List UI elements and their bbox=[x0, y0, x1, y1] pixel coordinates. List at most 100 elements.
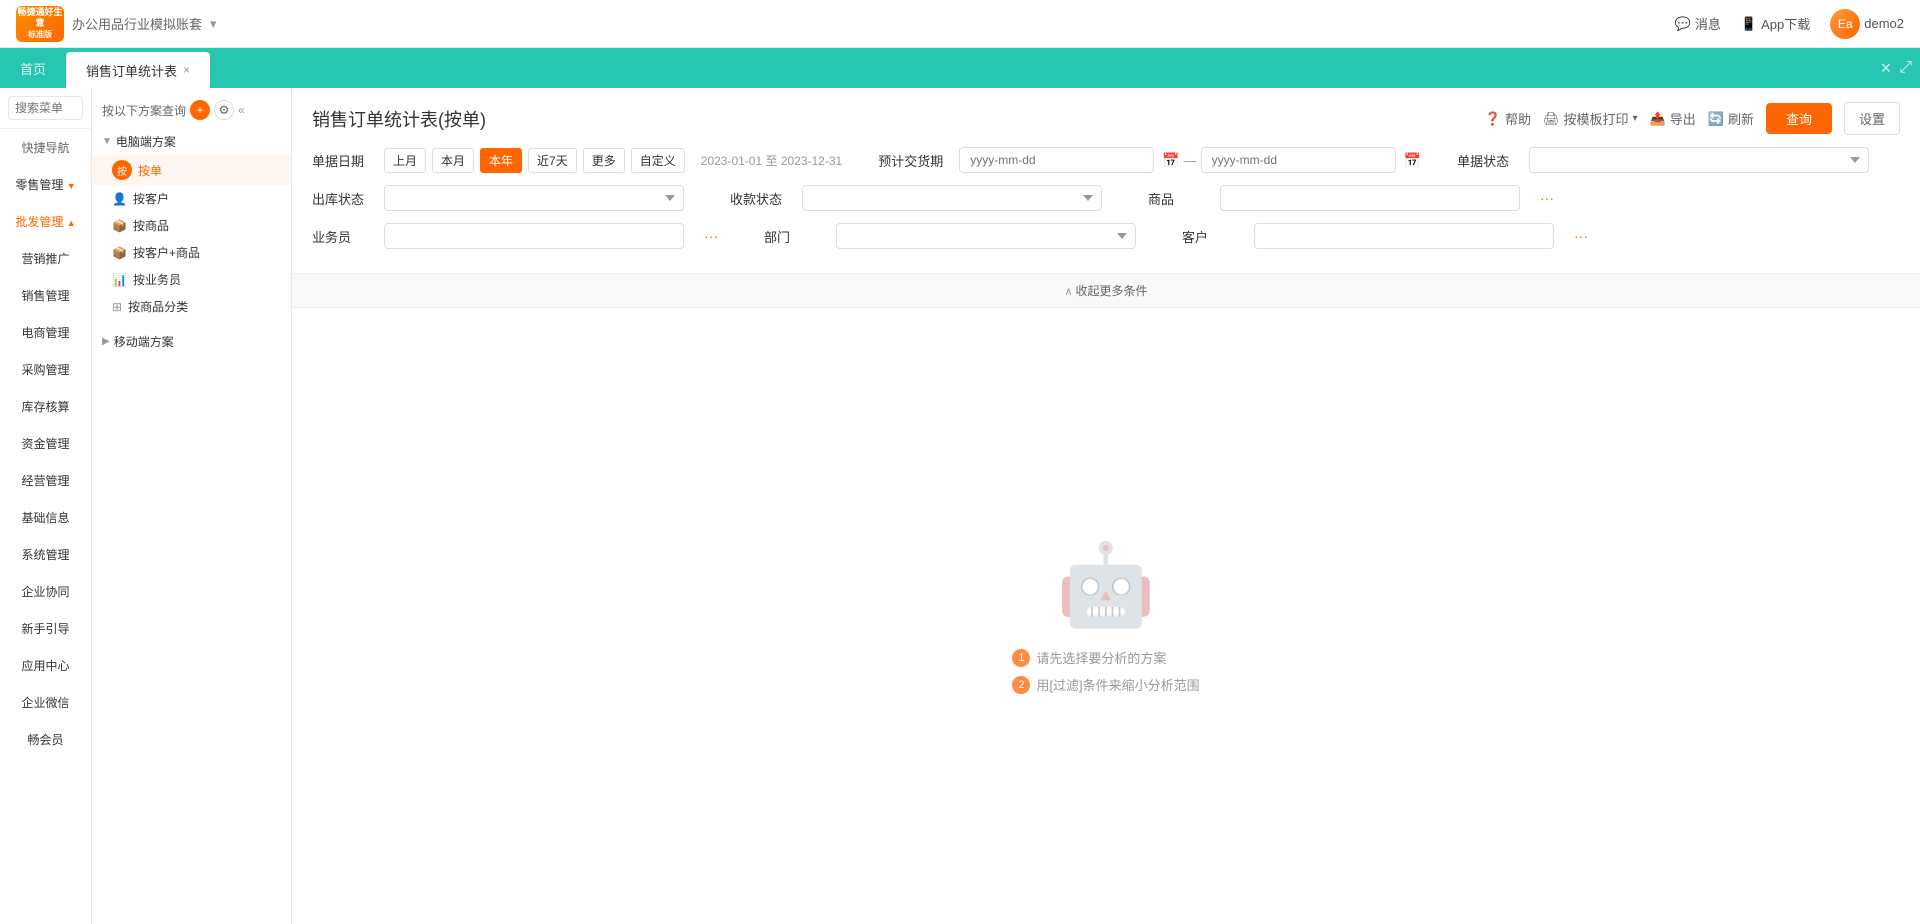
tip-text-2: 用[过滤]条件来缩小分析范围 bbox=[1036, 675, 1199, 694]
collapse-bar-label: 收起更多条件 bbox=[1076, 284, 1148, 298]
app-download-button[interactable]: 📱 App下载 bbox=[1741, 14, 1810, 33]
settings-button[interactable]: 设置 bbox=[1844, 102, 1900, 135]
collapse-panel-button[interactable]: « bbox=[238, 103, 245, 117]
query-button[interactable]: 查询 bbox=[1766, 103, 1832, 134]
scheme-item-by-order[interactable]: 按 按单 bbox=[92, 155, 291, 185]
sidebar-item-sales[interactable]: 销售管理 bbox=[0, 277, 91, 314]
out-status-select[interactable] bbox=[384, 185, 684, 211]
date-buttons-group: 上月 本月 本年 近7天 更多 自定义 bbox=[384, 148, 685, 173]
payment-status-label: 收款状态 bbox=[730, 189, 786, 208]
tab-close-icon[interactable]: × bbox=[183, 63, 190, 77]
print-dropdown-icon[interactable]: ▾ bbox=[1633, 113, 1638, 124]
expected-date-end[interactable] bbox=[1201, 147, 1396, 173]
sidebar-item-retail[interactable]: 零售管理 ▼ bbox=[0, 166, 91, 203]
avatar: Ea bbox=[1830, 9, 1860, 39]
customer-more-icon[interactable]: ··· bbox=[1574, 228, 1588, 244]
add-scheme-button[interactable]: + bbox=[190, 100, 210, 120]
topbar: 畅捷通好生意 标准版 办公用品行业模拟账套 ▾ 💬 消息 📱 App下载 Ea … bbox=[0, 0, 1920, 48]
tab-maximize-icon[interactable]: ⤢ bbox=[1899, 59, 1912, 77]
empty-illustration: 🤖 bbox=[1056, 538, 1156, 632]
date-btn-this-year[interactable]: 本年 bbox=[480, 148, 522, 173]
settings-scheme-button[interactable]: ⚙ bbox=[214, 100, 234, 120]
sidebar-item-marketing[interactable]: 营销推广 bbox=[0, 240, 91, 277]
expected-date-group: 📅 — 📅 bbox=[959, 147, 1421, 173]
date-btn-custom[interactable]: 自定义 bbox=[631, 148, 685, 173]
navtabs: 首页 销售订单统计表 × × ⤢ bbox=[0, 48, 1920, 88]
payment-status-select[interactable] bbox=[802, 185, 1102, 211]
empty-tip-1: 1 请先选择要分析的方案 bbox=[1012, 648, 1199, 667]
goods-label: 商品 bbox=[1148, 189, 1204, 208]
tree-arrow-right-icon: ▶ bbox=[102, 336, 110, 347]
print-icon: 🖨 bbox=[1543, 111, 1560, 127]
refresh-icon: 🔄 bbox=[1708, 111, 1724, 127]
salesperson-label: 业务员 bbox=[312, 227, 368, 246]
sidebar-item-system[interactable]: 系统管理 bbox=[0, 536, 91, 573]
message-icon: 💬 bbox=[1675, 16, 1691, 32]
sidebar-item-wholesale[interactable]: 批发管理 ▲ bbox=[0, 203, 91, 240]
sidebar-item-basic[interactable]: 基础信息 bbox=[0, 499, 91, 536]
collapse-bar[interactable]: ∧ 收起更多条件 bbox=[292, 273, 1920, 308]
gear-icon: ⚙ bbox=[219, 103, 230, 117]
company-dropdown-icon[interactable]: ▾ bbox=[210, 16, 217, 32]
sidebar-item-finance[interactable]: 资金管理 bbox=[0, 425, 91, 462]
tip-num-1: 1 bbox=[1012, 649, 1030, 667]
calendar-end-icon[interactable]: 📅 bbox=[1404, 152, 1421, 169]
sidebar-item-appstore[interactable]: 应用中心 bbox=[0, 647, 91, 684]
content-area: 销售订单统计表(按单) ❓ 帮助 🖨 按模板打印 ▾ 📤 导出 🔄 刷新 bbox=[292, 88, 1920, 924]
salesperson-more-icon[interactable]: ··· bbox=[704, 228, 718, 244]
date-btn-this-month[interactable]: 本月 bbox=[432, 148, 474, 173]
dept-select[interactable] bbox=[836, 223, 1136, 249]
company-name: 办公用品行业模拟账套 bbox=[72, 14, 202, 33]
tab-minimize-icon[interactable]: × bbox=[1881, 58, 1892, 79]
status-select[interactable] bbox=[1529, 147, 1869, 173]
scheme-item-by-goods[interactable]: 📦 按商品 bbox=[92, 212, 291, 239]
tab-home[interactable]: 首页 bbox=[0, 48, 66, 88]
sidebar-item-ecommerce[interactable]: 电商管理 bbox=[0, 314, 91, 351]
mobile-group-header[interactable]: ▶ 移动端方案 bbox=[92, 328, 291, 355]
date-btn-last-month[interactable]: 上月 bbox=[384, 148, 426, 173]
sidebar-item-newbie[interactable]: 新手引导 bbox=[0, 610, 91, 647]
calendar-start-icon[interactable]: 📅 bbox=[1162, 152, 1179, 169]
content-header: 销售订单统计表(按单) ❓ 帮助 🖨 按模板打印 ▾ 📤 导出 🔄 刷新 bbox=[292, 88, 1920, 135]
search-input[interactable] bbox=[8, 96, 83, 120]
desktop-group-header[interactable]: ▼ 电脑端方案 bbox=[92, 128, 291, 155]
scheme-item-by-salesperson[interactable]: 📊 按业务员 bbox=[92, 266, 291, 293]
goods-input[interactable] bbox=[1220, 185, 1520, 211]
active-scheme-icon: 按 bbox=[112, 160, 132, 180]
customer-input[interactable] bbox=[1254, 223, 1554, 249]
salesperson-input[interactable] bbox=[384, 223, 684, 249]
navtabs-actions: × ⤢ bbox=[1881, 48, 1920, 88]
customer-label: 客户 bbox=[1182, 227, 1238, 246]
status-label: 单据状态 bbox=[1457, 151, 1513, 170]
expected-date-label: 预计交货期 bbox=[878, 151, 943, 170]
scheme-item-by-customer[interactable]: 👤 按客户 bbox=[92, 185, 291, 212]
refresh-button[interactable]: 🔄 刷新 bbox=[1708, 109, 1754, 128]
sidebar-item-wechat[interactable]: 企业微信 bbox=[0, 684, 91, 721]
tip-text-1: 请先选择要分析的方案 bbox=[1036, 648, 1166, 667]
user-menu[interactable]: Ea demo2 bbox=[1830, 9, 1904, 39]
goods-more-icon[interactable]: ··· bbox=[1540, 190, 1554, 206]
tree-arrow-icon: ▼ bbox=[102, 136, 112, 147]
brand-name: 畅捷通好生意 标准版 bbox=[16, 7, 64, 41]
filter-row-1: 单据日期 上月 本月 本年 近7天 更多 自定义 2023-01-01 至 20… bbox=[312, 147, 1900, 173]
print-button[interactable]: 🖨 按模板打印 ▾ bbox=[1543, 109, 1638, 128]
scheme-item-by-customer-goods[interactable]: 📦 按客户+商品 bbox=[92, 239, 291, 266]
sidebar-item-corp[interactable]: 企业协同 bbox=[0, 573, 91, 610]
tab-sales-order-stats[interactable]: 销售订单统计表 × bbox=[66, 52, 210, 88]
sidebar-item-operations[interactable]: 经营管理 bbox=[0, 462, 91, 499]
date-btn-7days[interactable]: 近7天 bbox=[528, 148, 577, 173]
help-button[interactable]: ❓ 帮助 bbox=[1485, 109, 1531, 128]
sidebar-item-purchase[interactable]: 采购管理 bbox=[0, 351, 91, 388]
message-button[interactable]: 💬 消息 bbox=[1675, 14, 1721, 33]
empty-state: 🤖 1 请先选择要分析的方案 2 用[过滤]条件来缩小分析范围 bbox=[292, 308, 1920, 924]
export-button[interactable]: 📤 导出 bbox=[1650, 109, 1696, 128]
sidebar-item-membership[interactable]: 畅会员 bbox=[0, 721, 91, 758]
person-icon: 👤 bbox=[112, 192, 127, 206]
scheme-item-by-category[interactable]: ⊞ 按商品分类 bbox=[92, 293, 291, 320]
out-status-label: 出库状态 bbox=[312, 189, 368, 208]
sidebar-item-inventory[interactable]: 库存核算 bbox=[0, 388, 91, 425]
content-actions: ❓ 帮助 🖨 按模板打印 ▾ 📤 导出 🔄 刷新 查询 设置 bbox=[1485, 102, 1900, 135]
expected-date-start[interactable] bbox=[959, 147, 1154, 173]
date-btn-more[interactable]: 更多 bbox=[583, 148, 625, 173]
empty-tip-2: 2 用[过滤]条件来缩小分析范围 bbox=[1012, 675, 1199, 694]
